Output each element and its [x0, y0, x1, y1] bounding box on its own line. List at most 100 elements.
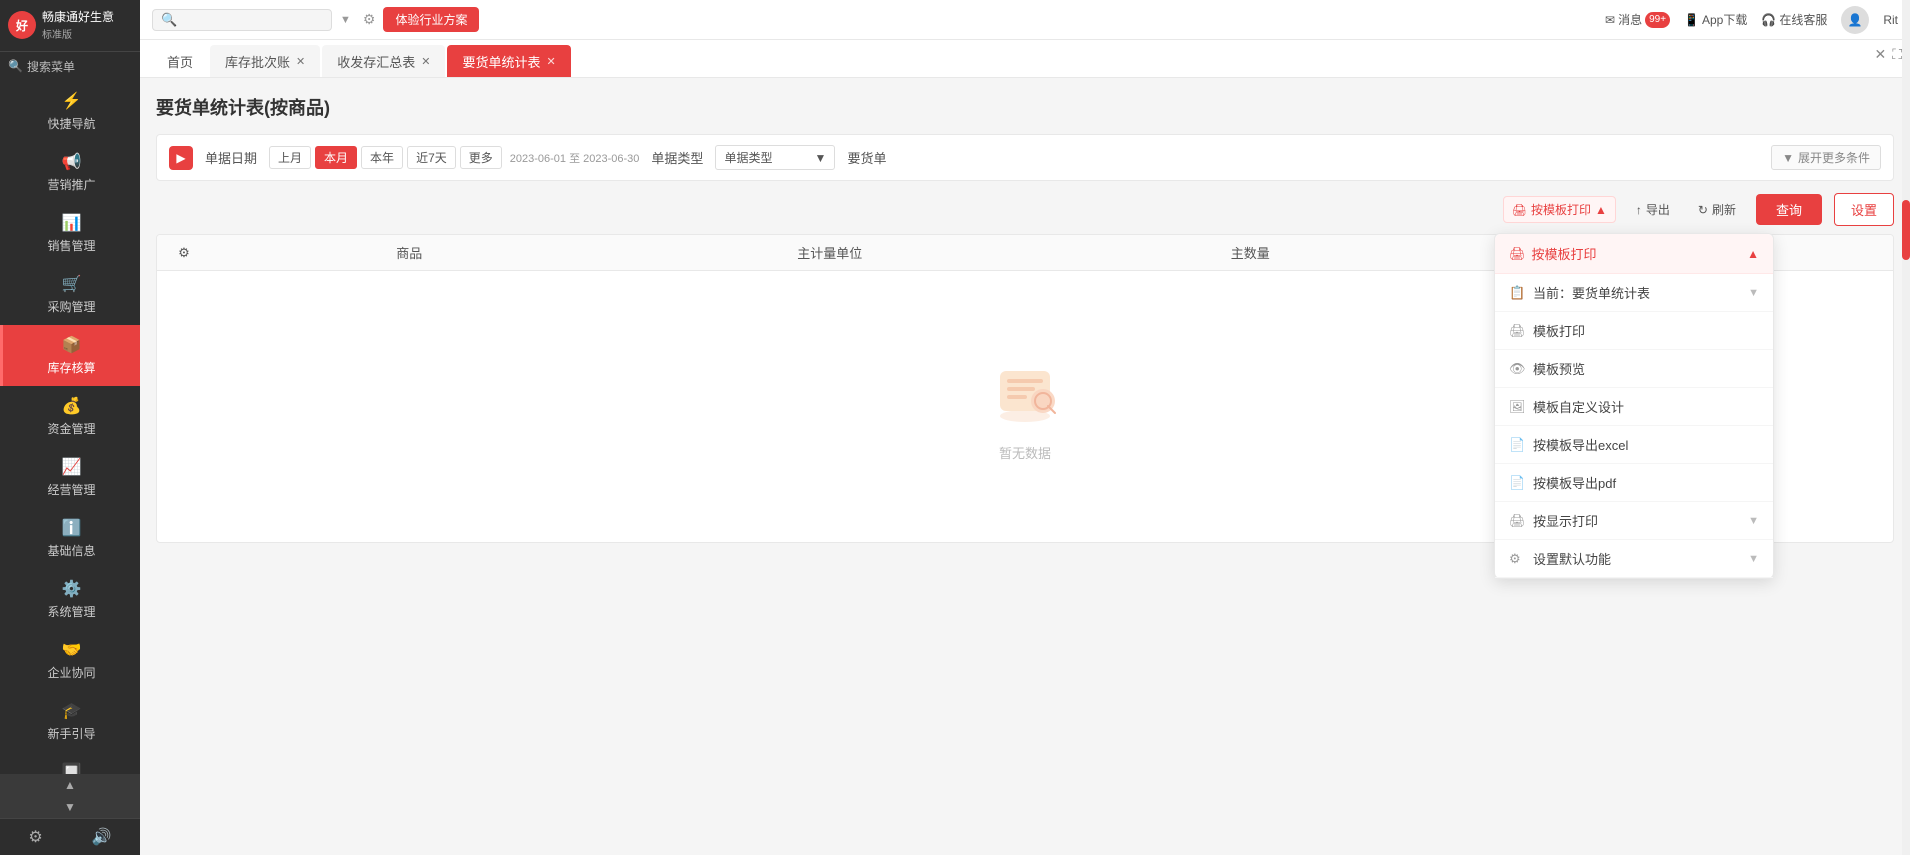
dropdown-current-item[interactable]: 📋 当前：要货单统计表 ▼	[1495, 274, 1773, 312]
quick-nav-icon: ⚡	[62, 91, 82, 111]
trial-btn[interactable]: 体验行业方案	[383, 7, 479, 32]
export-label: 导出	[1646, 201, 1670, 218]
sidebar-item-sales[interactable]: 📊 销售管理	[0, 203, 140, 264]
scrollbar-thumb[interactable]	[1902, 200, 1910, 260]
sidebar-item-operations[interactable]: 📈 经营管理	[0, 447, 140, 508]
basic-icon: ℹ️	[62, 518, 82, 538]
date-btn-this-year[interactable]: 本年	[361, 146, 403, 169]
dropdown-template-pdf[interactable]: 📄 按模板导出pdf	[1495, 464, 1773, 502]
template-print-icon: 🖨	[1509, 323, 1525, 339]
th-qty: 主数量	[1040, 243, 1461, 262]
tab-receivable-summary-close[interactable]: ✕	[421, 55, 430, 68]
logo-icon: 好	[8, 11, 36, 39]
window-maximize-btn[interactable]: ⛶	[1892, 46, 1902, 63]
sidebar-item-system[interactable]: ⚙️ 系统管理	[0, 569, 140, 630]
topbar-search-box[interactable]: 🔍	[152, 9, 332, 31]
topbar-gear-icon[interactable]: ⚙	[363, 11, 376, 28]
date-buttons: 上月 本月 本年 近7天 更多 2023-06-01 至 2023-06-30	[269, 146, 639, 169]
sidebar-item-guide[interactable]: 🎓 新手引导	[0, 691, 140, 752]
tabs-bar: 首页 库存批次账 ✕ 收发存汇总表 ✕ 要货单统计表 ✕ ✕ ⛶	[140, 40, 1910, 78]
window-buttons: ✕ ⛶	[1874, 46, 1902, 63]
display-print-arrow: ▼	[1748, 515, 1759, 527]
message-icon: ✉	[1605, 13, 1615, 27]
sidebar-item-label: 新手引导	[47, 725, 95, 742]
print-dropdown-arrow[interactable]: ▲	[1595, 203, 1607, 217]
tab-inventory-batch-label: 库存批次账	[225, 52, 290, 71]
dropdown-template-excel[interactable]: 📄 按模板导出excel	[1495, 426, 1773, 464]
sidebar-item-purchase[interactable]: 🛒 采购管理	[0, 264, 140, 325]
app-sub-name: 标准版	[42, 26, 114, 41]
order-type-dropdown[interactable]: 单据类型 ▼	[715, 145, 835, 170]
filter-expand-icon[interactable]: ▶	[169, 146, 193, 170]
sidebar-item-apps[interactable]: 🔲 应用中心	[0, 752, 140, 774]
current-item-label: 当前：要货单统计表	[1533, 283, 1650, 302]
current-item-icon: 📋	[1509, 285, 1525, 301]
date-btn-7days[interactable]: 近7天	[407, 146, 456, 169]
scrollbar[interactable]	[1902, 0, 1910, 855]
apps-icon: 🔲	[62, 762, 82, 774]
query-btn[interactable]: 查询	[1756, 194, 1822, 225]
volume-icon[interactable]: 🔊	[92, 827, 112, 847]
tab-inventory-batch[interactable]: 库存批次账 ✕	[210, 45, 320, 77]
template-custom-label: 模板自定义设计	[1533, 397, 1624, 416]
sidebar-item-label: 基础信息	[47, 542, 95, 559]
sidebar-item-collab[interactable]: 🤝 企业协同	[0, 630, 140, 691]
sidebar-item-basic[interactable]: ℹ️ 基础信息	[0, 508, 140, 569]
topbar-search-input[interactable]	[181, 13, 321, 27]
sidebar-item-inventory[interactable]: 📦 库存核算	[0, 325, 140, 386]
dropdown-default-func[interactable]: ⚙ 设置默认功能 ▼	[1495, 540, 1773, 578]
date-btn-prev-month[interactable]: 上月	[269, 146, 311, 169]
sidebar-search[interactable]: 🔍 搜索菜单	[0, 52, 140, 81]
date-btn-this-month[interactable]: 本月	[315, 146, 357, 169]
tab-home[interactable]: 首页	[152, 45, 208, 77]
dropdown-display-print[interactable]: 🖨 按显示打印 ▼	[1495, 502, 1773, 540]
template-excel-icon: 📄	[1509, 437, 1525, 453]
print-template-btn[interactable]: 🖨 按模板打印 ▲	[1503, 196, 1616, 223]
expand-conditions-label: 展开更多条件	[1798, 149, 1870, 166]
order-type-label: 单据类型	[651, 148, 703, 167]
sidebar-item-finance[interactable]: 💰 资金管理	[0, 386, 140, 447]
template-pdf-icon: 📄	[1509, 475, 1525, 491]
default-func-icon: ⚙	[1509, 551, 1525, 567]
window-close-btn[interactable]: ✕	[1874, 46, 1886, 63]
sidebar-item-quick-nav[interactable]: ⚡ 快捷导航	[0, 81, 140, 142]
th-settings[interactable]: ⚙	[169, 245, 199, 261]
default-func-arrow: ▼	[1748, 553, 1759, 565]
print-dropdown-collapse[interactable]: ▲	[1747, 247, 1759, 261]
collab-icon: 🤝	[62, 640, 82, 660]
date-btn-more[interactable]: 更多	[460, 146, 502, 169]
current-item-arrow: ▼	[1748, 287, 1759, 299]
dropdown-template-custom[interactable]: 🖼 模板自定义设计	[1495, 388, 1773, 426]
messages-label: 消息	[1618, 11, 1642, 28]
settings-btn[interactable]: 设置	[1834, 193, 1894, 226]
sidebar-item-label: 库存核算	[47, 359, 95, 376]
user-avatar[interactable]: 👤	[1841, 6, 1869, 34]
tab-order-stats-close[interactable]: ✕	[547, 55, 556, 68]
expand-conditions-btn[interactable]: ▼ 展开更多条件	[1771, 145, 1881, 170]
tab-inventory-batch-close[interactable]: ✕	[296, 55, 305, 68]
app-download-action[interactable]: 📱 App下载	[1684, 11, 1747, 28]
online-service-action[interactable]: 🎧 在线客服	[1761, 11, 1827, 28]
export-btn[interactable]: ↑ 导出	[1628, 197, 1678, 222]
dropdown-template-print[interactable]: 🖨 模板打印	[1495, 312, 1773, 350]
dropdown-template-preview[interactable]: 👁 模板预览	[1495, 350, 1773, 388]
messages-action[interactable]: ✉ 消息 99+	[1605, 11, 1670, 28]
print-icon: 🖨	[1512, 203, 1527, 217]
sidebar-scroll-down[interactable]: ▼	[0, 796, 140, 818]
sidebar-scroll-up[interactable]: ▲	[0, 774, 140, 796]
system-icon: ⚙️	[62, 579, 82, 599]
filter-bar: ▶ 单据日期 上月 本月 本年 近7天 更多 2023-06-01 至 2023…	[156, 134, 1894, 181]
print-dropdown-menu: 🖨 按模板打印 ▲ 📋 当前：要货单统计表 ▼ 🖨 模板打印 👁 模板预览	[1494, 233, 1774, 579]
settings-icon[interactable]: ⚙	[28, 827, 42, 847]
tab-receivable-summary[interactable]: 收发存汇总表 ✕	[322, 45, 445, 77]
tab-order-stats[interactable]: 要货单统计表 ✕	[447, 45, 570, 77]
sidebar-item-marketing[interactable]: 📢 营销推广	[0, 142, 140, 203]
tab-receivable-summary-label: 收发存汇总表	[337, 52, 415, 71]
sales-icon: 📊	[62, 213, 82, 233]
topbar-search-icon: 🔍	[161, 12, 177, 28]
username-label: Rit	[1883, 13, 1898, 27]
topbar-search-dropdown[interactable]: ▼	[340, 14, 351, 26]
online-service-label: 在线客服	[1779, 11, 1827, 28]
refresh-btn[interactable]: ↻ 刷新	[1690, 197, 1744, 222]
print-btn-label: 按模板打印	[1531, 201, 1591, 218]
